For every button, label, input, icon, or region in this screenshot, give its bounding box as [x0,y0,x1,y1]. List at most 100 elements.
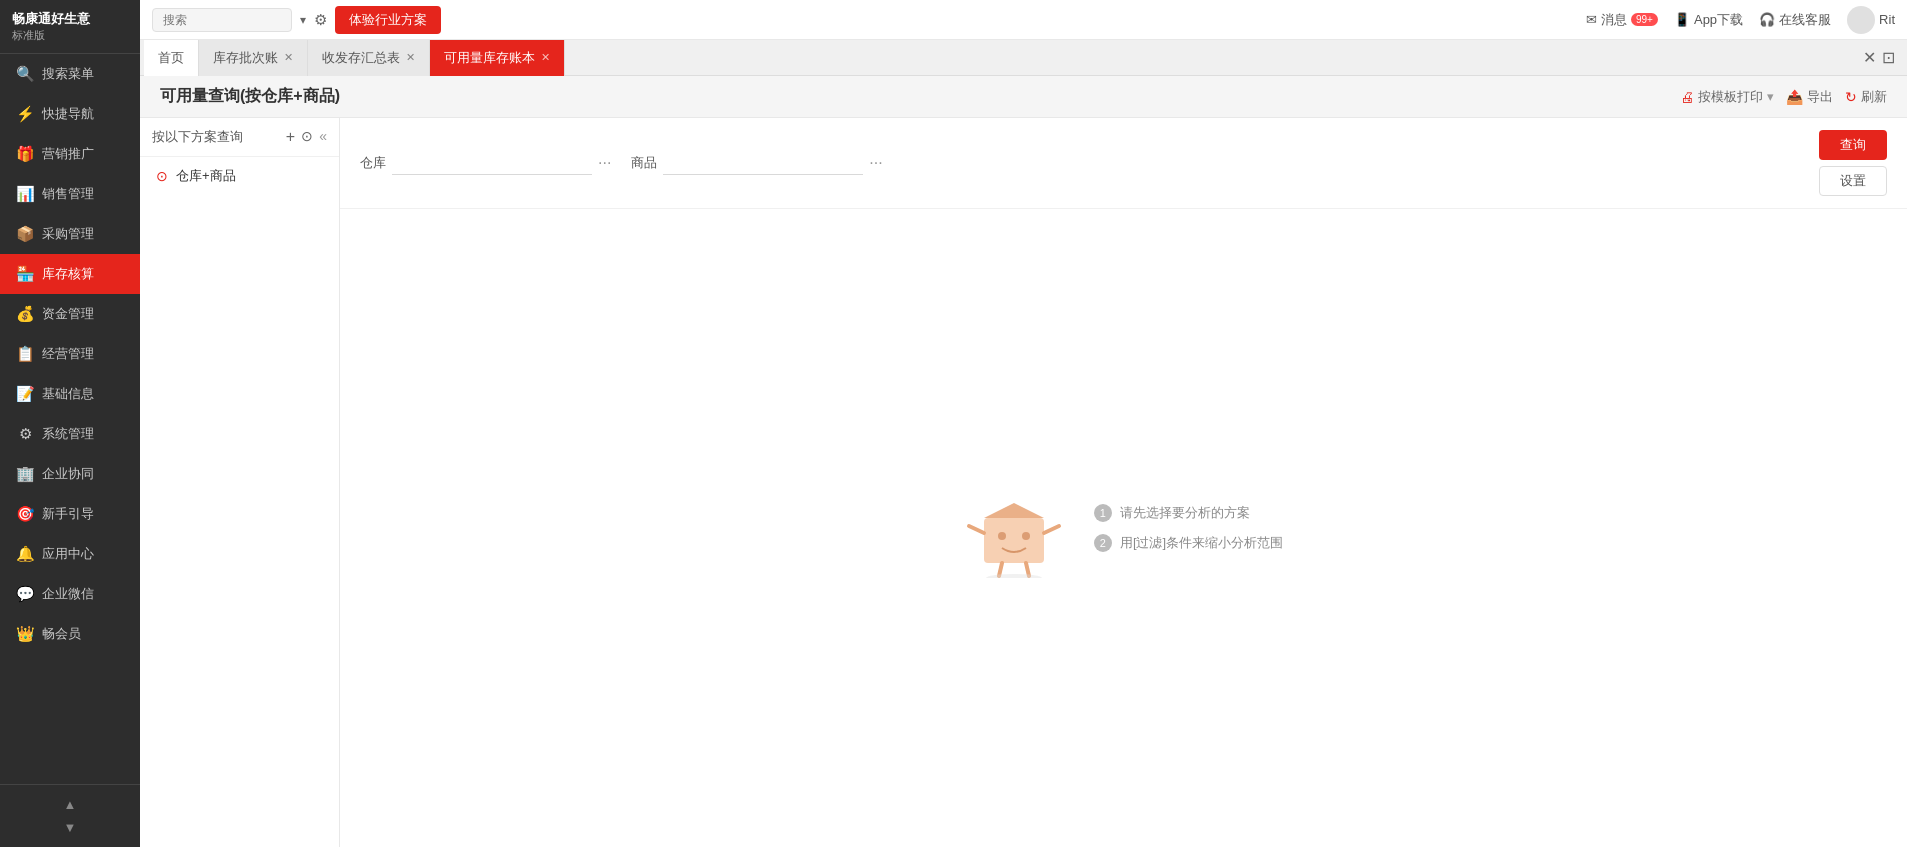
tab-maximize-btn[interactable]: ⊡ [1882,48,1895,67]
sidebar-item-app-center[interactable]: 🔔 应用中心 [0,534,140,574]
query-btn[interactable]: 查询 [1819,130,1887,160]
goods-field: 商品 ··· [631,151,882,175]
sidebar-icon-basics: 📝 [16,385,34,403]
sidebar-item-purchase[interactable]: 📦采购管理 [0,214,140,254]
avatar [1847,6,1875,34]
empty-illustration [964,478,1064,578]
sidebar-item-newbie[interactable]: 🎯新手引导 [0,494,140,534]
page-header-actions: 🖨 按模板打印 ▾ 📤 导出 ↻ 刷新 [1680,88,1887,106]
print-action[interactable]: 🖨 按模板打印 ▾ [1680,88,1774,106]
settings-btn[interactable]: 设置 [1819,166,1887,196]
query-bar: 仓库 ··· 商品 ··· 查询 设置 [340,118,1907,209]
sidebar-scroll-up[interactable]: ▲ [0,793,140,816]
topbar-dropdown-btn[interactable]: ▾ [300,13,306,27]
step-2-text: 用[过滤]条件来缩小分析范围 [1120,534,1283,552]
topbar-app-download[interactable]: 📱 App下载 [1674,11,1743,29]
sidebar-nav: 🔍 搜索菜单 ⚡快捷导航 🎁 营销推广 📊 销售管理 📦采购管理 🏪 库存核算 💰资金管理📋经营管理… [0,54,140,784]
tabbar: 首页库存批次账✕收发存汇总表✕可用量库存账本✕ ✕ ⊡ [140,40,1907,76]
svg-line-6 [999,563,1002,576]
sidebar-label-inventory: 库存核算 [42,265,94,283]
sidebar-bottom: ▲ ▼ [0,784,140,847]
sidebar-item-marketing[interactable]: 🎁 营销推广 [0,134,140,174]
tab-label-receipt-summary: 收发存汇总表 [322,49,400,67]
topbar-search-input[interactable] [152,8,292,32]
svg-rect-0 [984,518,1044,563]
sidebar-icon-marketing: 🎁 [16,145,34,163]
sidebar-label-operations: 经营管理 [42,345,94,363]
warehouse-input[interactable] [392,151,592,175]
sidebar-item-sales[interactable]: 📊 销售管理 [0,174,140,214]
empty-step-1: 1 请先选择要分析的方案 [1094,504,1283,522]
step-1-text: 请先选择要分析的方案 [1120,504,1250,522]
content-area: 按以下方案查询 + ⊙ « ⊙ 仓库+商品 仓库 ··· [140,118,1907,847]
sidebar-label-app-center: 应用中心 [42,545,94,563]
sidebar-item-finance[interactable]: 💰资金管理 [0,294,140,334]
sidebar-item-member[interactable]: 👑畅会员 [0,614,140,654]
sidebar-label-quick-nav: 快捷导航 [42,105,94,123]
topbar: ▾ ⚙ 体验行业方案 ✉ 消息 99+ 📱 App下载 🎧 在线客服 Rit [140,0,1907,40]
empty-text: 1 请先选择要分析的方案 2 用[过滤]条件来缩小分析范围 [1094,504,1283,552]
sidebar-icon-sales: 📊 [16,185,34,203]
sidebar-item-basics[interactable]: 📝基础信息 [0,374,140,414]
filter-add-icon[interactable]: + [286,128,295,146]
sidebar-label-sales: 销售管理 [42,185,94,203]
sidebar-label-marketing: 营销推广 [42,145,94,163]
tab-home[interactable]: 首页 [144,40,199,76]
tab-receipt-summary[interactable]: 收发存汇总表 ✕ [308,40,430,76]
tab-batch-ledger[interactable]: 库存批次账✕ [199,40,308,76]
sidebar-scroll-down[interactable]: ▼ [0,816,140,839]
sidebar-label-wechat: 企业微信 [42,585,94,603]
tab-close-available-ledger[interactable]: ✕ [541,51,550,64]
sidebar-item-inventory[interactable]: 🏪 库存核算 [0,254,140,294]
sidebar-item-search[interactable]: 🔍 搜索菜单 [0,54,140,94]
sidebar-item-wechat[interactable]: 💬企业微信 [0,574,140,614]
goods-input[interactable] [663,151,863,175]
warehouse-more-icon[interactable]: ··· [598,154,611,172]
sidebar: 畅康通好生意 标准版 🔍 搜索菜单 ⚡快捷导航 🎁 营销推广 📊 销售管理 📦采购管理 🏪 库存核… [0,0,140,847]
svg-point-8 [986,574,1042,578]
refresh-icon: ↻ [1845,89,1857,105]
export-action[interactable]: 📤 导出 [1786,88,1833,106]
sidebar-icon-inventory: 🏪 [16,265,34,283]
sidebar-item-operations[interactable]: 📋经营管理 [0,334,140,374]
filter-item-warehouse-goods[interactable]: ⊙ 仓库+商品 [140,157,339,195]
filter-settings-icon[interactable]: ⊙ [301,128,313,146]
print-dropdown-icon[interactable]: ▾ [1767,89,1774,104]
filter-collapse-btn[interactable]: « [319,128,327,146]
sidebar-label-enterprise: 企业协同 [42,465,94,483]
sidebar-item-system[interactable]: ⚙系统管理 [0,414,140,454]
topbar-user[interactable]: Rit [1847,6,1895,34]
tab-close-window-btn[interactable]: ✕ [1863,48,1876,67]
page-title: 可用量查询(按仓库+商品) [160,86,340,107]
svg-line-5 [1044,526,1059,533]
goods-more-icon[interactable]: ··· [869,154,882,172]
sidebar-icon-newbie: 🎯 [16,505,34,523]
sidebar-icon-purchase: 📦 [16,225,34,243]
sidebar-icon-enterprise: 🏢 [16,465,34,483]
app-name: 畅康通好生意 [12,10,128,28]
topbar-gear-icon[interactable]: ⚙ [314,11,327,29]
online-service-label: 在线客服 [1779,11,1831,29]
headset-icon: 🎧 [1759,12,1775,27]
sidebar-icon-app-center: 🔔 [16,545,34,563]
tab-close-batch-ledger[interactable]: ✕ [284,51,293,64]
app-logo: 畅康通好生意 标准版 [0,0,140,54]
tab-label-home: 首页 [158,49,184,67]
sidebar-item-enterprise[interactable]: 🏢 企业协同 [0,454,140,494]
page-header: 可用量查询(按仓库+商品) 🖨 按模板打印 ▾ 📤 导出 ↻ 刷新 [140,76,1907,118]
topbar-message[interactable]: ✉ 消息 99+ [1586,11,1658,29]
tab-available-ledger[interactable]: 可用量库存账本✕ [430,40,565,76]
topbar-trial-btn[interactable]: 体验行业方案 [335,6,441,34]
query-actions: 查询 设置 [1819,130,1887,196]
sidebar-label-search: 搜索菜单 [42,65,94,83]
sidebar-icon-search: 🔍 [16,65,34,83]
message-badge: 99+ [1631,13,1658,26]
topbar-online-service[interactable]: 🎧 在线客服 [1759,11,1831,29]
refresh-action[interactable]: ↻ 刷新 [1845,88,1887,106]
goods-label: 商品 [631,154,657,172]
app-version: 标准版 [12,28,128,43]
tab-close-receipt-summary[interactable]: ✕ [406,51,415,64]
sidebar-item-quick-nav[interactable]: ⚡快捷导航 [0,94,140,134]
warehouse-label: 仓库 [360,154,386,172]
app-download-icon: 📱 [1674,12,1690,27]
